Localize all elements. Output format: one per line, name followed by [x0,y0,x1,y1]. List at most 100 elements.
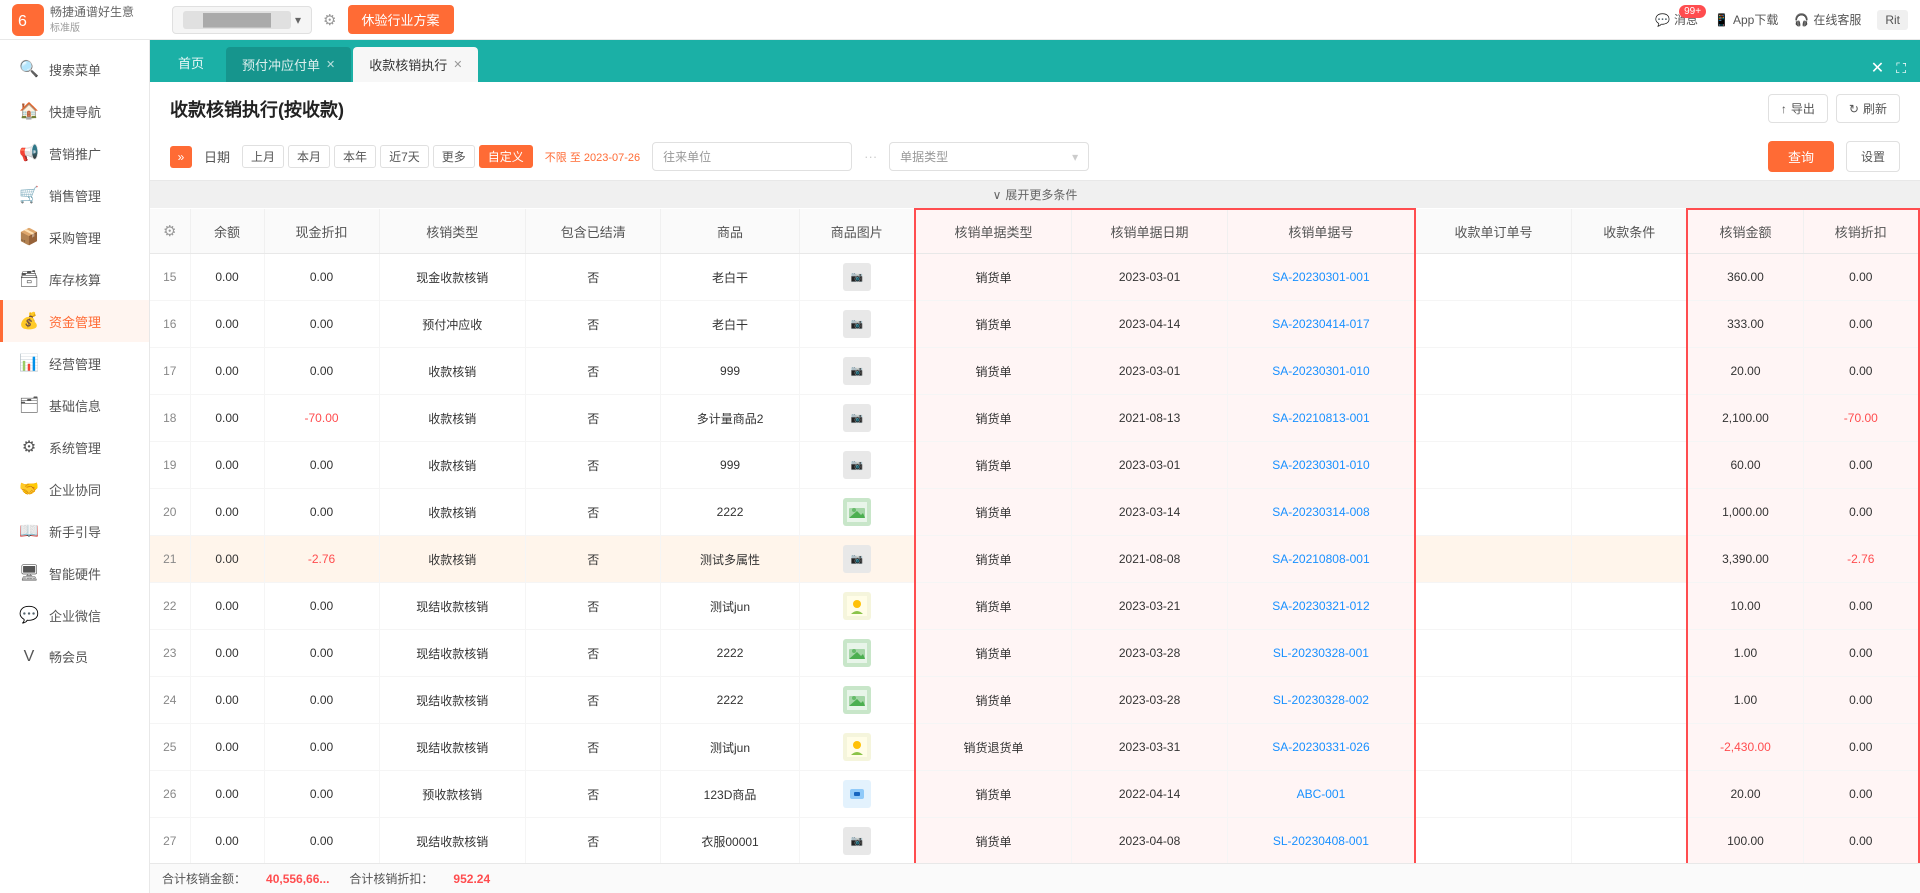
date-option-more[interactable]: 更多 [433,145,475,168]
date-option-this-month[interactable]: 本月 [288,145,330,168]
cell-verify-type: 现结收款核销 [379,583,525,630]
industry-button[interactable]: 休验行业方案 [348,5,454,34]
cell-verify-bill-date: 2023-03-14 [1072,489,1228,536]
from-unit-filter[interactable]: 往来单位 [652,142,852,171]
sidebar-item-wechat[interactable]: 💬 企业微信 [0,594,149,636]
refresh-button[interactable]: ↻ 刷新 [1836,94,1900,123]
sidebar: 🔍 搜索菜单 🏠 快捷导航 📢 营销推广 🛒 销售管理 📦 采购管理 🗃 库存核… [0,40,150,893]
tab-prepay-close[interactable]: ✕ [326,58,335,71]
top-bar: 6 畅捷通谱好生意 标准版 ████████ ▾ ⚙ 休验行业方案 💬 消息 9… [0,0,1920,40]
cell-verify-type: 预收款核销 [379,771,525,818]
tab-collection-verify[interactable]: 收款核销执行 ✕ [353,47,478,82]
date-option-last-month[interactable]: 上月 [242,145,284,168]
th-verify-bill-type: 核销单据类型 [915,209,1072,254]
sidebar-item-quick-nav[interactable]: 🏠 快捷导航 [0,90,149,132]
sidebar-item-system[interactable]: ⚙ 系统管理 [0,426,149,468]
column-settings-button[interactable]: ⚙ [160,219,179,243]
cell-verify-bill-type: 销货单 [915,301,1072,348]
page-title: 收款核销执行(按收款) [170,96,344,122]
sidebar-item-enterprise[interactable]: 🤝 企业协同 [0,468,149,510]
member-icon: V [19,648,39,666]
tab-home[interactable]: 首页 [158,43,224,82]
hardware-icon: 🖥 [19,563,39,583]
query-button[interactable]: 查询 [1768,141,1834,172]
cell-collection-order [1415,677,1572,724]
sidebar-item-marketing[interactable]: 📢 营销推广 [0,132,149,174]
cell-balance: 0.00 [190,301,264,348]
sidebar-item-purchase[interactable]: 📦 采购管理 [0,216,149,258]
cell-balance: 0.00 [190,348,264,395]
footer-total-amount: 40,556,66... [266,872,329,886]
cell-include-settled: 否 [526,771,661,818]
cell-no: 26 [150,771,190,818]
sidebar-item-operations[interactable]: 📊 经营管理 [0,342,149,384]
th-verify-discount: 核销折扣 [1803,209,1919,254]
chevron-down-icon: ▾ [295,13,301,27]
expand-more-bar[interactable]: ∨ 展开更多条件 [150,181,1920,208]
cell-verify-discount: 0.00 [1803,771,1919,818]
tab-maximize-button[interactable]: ⛶ [1892,56,1910,81]
cell-verify-bill-no: SL-20230408-001 [1228,818,1415,864]
cell-verify-bill-type: 销货退货单 [915,724,1072,771]
sidebar-item-search-menu[interactable]: 🔍 搜索菜单 [0,48,149,90]
cell-verify-bill-type: 销货单 [915,583,1072,630]
cell-balance: 0.00 [190,630,264,677]
sidebar-item-inventory[interactable]: 🗃 库存核算 [0,258,149,300]
from-unit-placeholder: 往来单位 [663,148,711,165]
cell-product-img: 📷 [799,442,915,489]
logo-name: 畅捷通谱好生意 [50,5,134,19]
table-row: 23 0.00 0.00 现结收款核销 否 2222 销货单 2023-03-2… [150,630,1919,677]
tab-close-button[interactable]: ✕ [1867,54,1888,82]
refresh-icon: ↻ [1849,102,1859,116]
filter-expand-button[interactable]: » [170,146,192,168]
cell-verify-bill-type: 销货单 [915,818,1072,864]
sidebar-item-sales[interactable]: 🛒 销售管理 [0,174,149,216]
date-label: 日期 [204,147,230,166]
tab-prepay[interactable]: 预付冲应付单 ✕ [226,47,351,82]
cell-verify-type: 预付冲应收 [379,301,525,348]
cell-collection-condition [1572,489,1688,536]
cell-cash-discount: -70.00 [264,395,379,442]
sidebar-label-search: 搜索菜单 [49,60,101,79]
sidebar-label-quicknav: 快捷导航 [49,102,101,121]
sidebar-item-guide[interactable]: 📖 新手引导 [0,510,149,552]
cell-product-img: 📷 [799,301,915,348]
th-product: 商品 [661,209,799,254]
sidebar-label-hardware: 智能硬件 [49,564,101,583]
tab-collection-close[interactable]: ✕ [453,58,462,71]
sidebar-item-finance[interactable]: 💰 资金管理 [0,300,149,342]
cell-include-settled: 否 [526,348,661,395]
user-avatar[interactable]: Rit [1877,10,1908,30]
cell-verify-bill-date: 2023-04-08 [1072,818,1228,864]
cell-verify-bill-no: SL-20230328-002 [1228,677,1415,724]
cell-collection-condition [1572,348,1688,395]
settings-icon[interactable]: ⚙ [320,8,339,32]
app-download-btn[interactable]: 📱 App下载 [1714,11,1778,28]
export-button[interactable]: ↑ 导出 [1768,94,1828,123]
cell-cash-discount: 0.00 [264,771,379,818]
bill-type-filter[interactable]: 单据类型 ▾ [889,142,1089,171]
setting-button[interactable]: 设置 [1846,141,1900,172]
cell-verify-type: 现结收款核销 [379,630,525,677]
date-option-this-year[interactable]: 本年 [334,145,376,168]
date-option-custom[interactable]: 自定义 [479,145,533,168]
bill-type-placeholder: 单据类型 [900,148,948,165]
sidebar-item-basic-info[interactable]: 🗂 基础信息 [0,384,149,426]
sidebar-label-basicinfo: 基础信息 [49,396,101,415]
cell-verify-amount: 333.00 [1687,301,1803,348]
cell-balance: 0.00 [190,724,264,771]
sidebar-item-member[interactable]: V 畅会员 [0,636,149,677]
tab-bar-actions: ✕ ⛶ [1857,54,1920,82]
cell-verify-amount: 20.00 [1687,348,1803,395]
messages-button[interactable]: 💬 消息 99+ [1655,11,1698,28]
date-option-7-days[interactable]: 近7天 [380,145,429,168]
cell-verify-discount: 0.00 [1803,630,1919,677]
home-icon: 🏠 [19,101,39,121]
company-selector[interactable]: ████████ ▾ [172,6,312,34]
cell-verify-discount: 0.00 [1803,489,1919,536]
online-service-btn[interactable]: 🎧 在线客服 [1794,11,1861,28]
cell-product: 测试多属性 [661,536,799,583]
table-wrapper[interactable]: ⚙ 余额 现金折扣 核销类型 包 [150,208,1920,863]
cell-include-settled: 否 [526,489,661,536]
sidebar-item-hardware[interactable]: 🖥 智能硬件 [0,552,149,594]
